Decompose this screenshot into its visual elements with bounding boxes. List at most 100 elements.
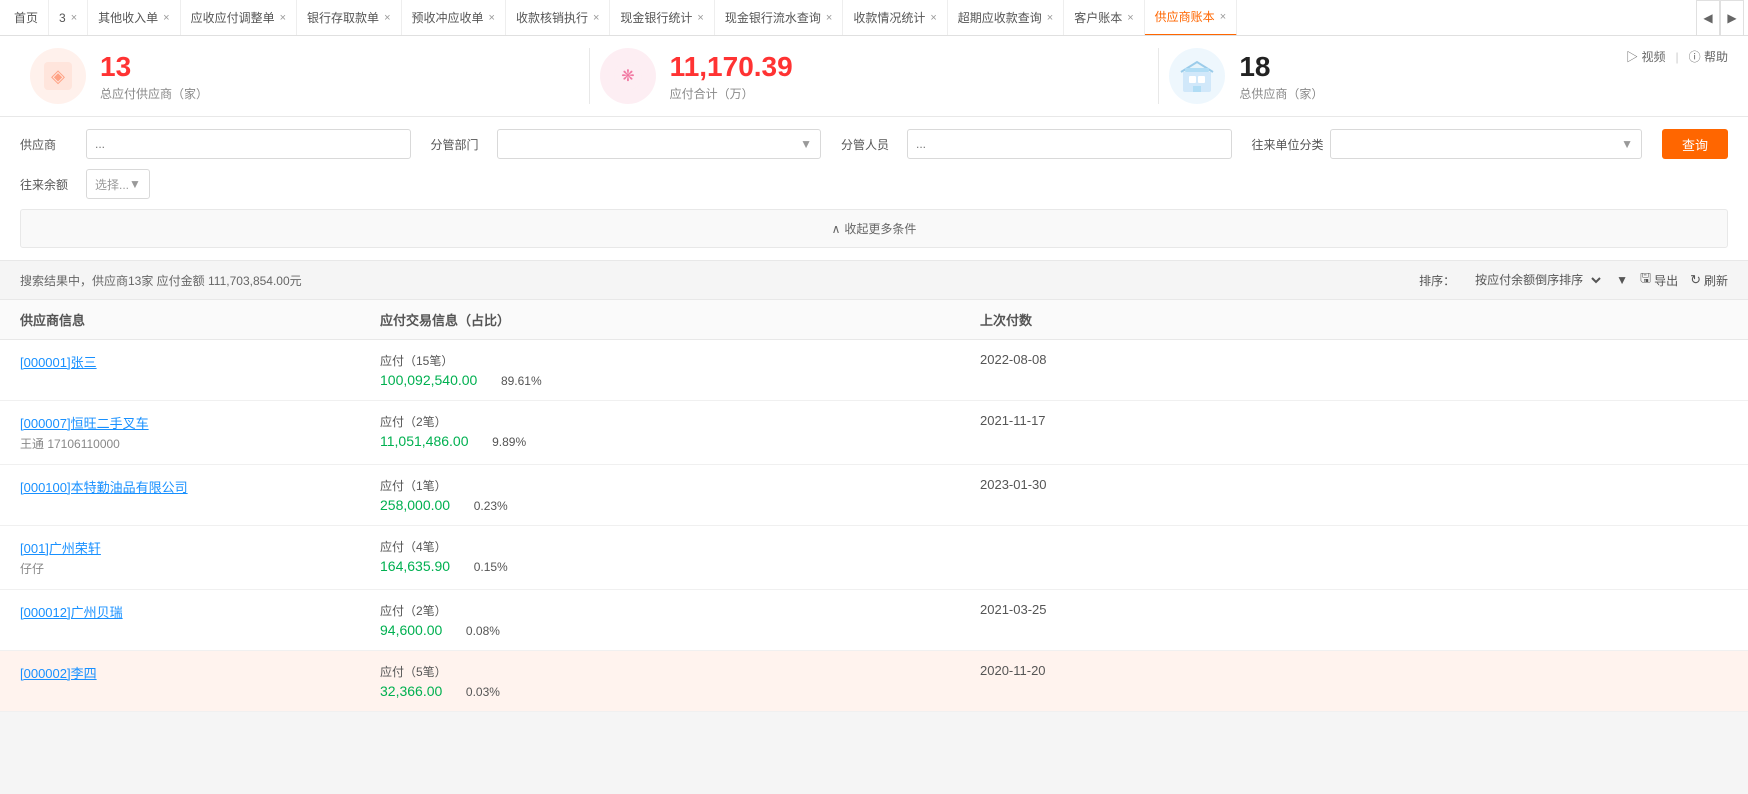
amount-link-2[interactable]: 11,051,486.00: [380, 433, 469, 449]
transaction-info-3: 应付（1笔） 258,000.00 0.23%: [380, 477, 980, 513]
supplier-info-4: [001]广州荣轩 仔仔: [20, 538, 380, 577]
dept-select[interactable]: ▼: [497, 129, 822, 159]
transaction-info-4: 应付（4笔） 164,635.90 0.15%: [380, 538, 980, 574]
supplier-link-4[interactable]: [001]广州荣轩: [20, 538, 380, 557]
category-filter-label: 往来单位分类: [1252, 136, 1324, 153]
supplier-filter: 供应商: [20, 129, 411, 159]
supplier-icon: ◈: [30, 48, 86, 104]
category-filter: 往来单位分类 ▼: [1252, 129, 1643, 159]
total-supplier-label: 总供应商（家）: [1239, 85, 1323, 102]
dept-filter-label: 分管部门: [431, 136, 491, 153]
nav-tab-supplier-ledger[interactable]: 供应商账本 ×: [1145, 0, 1237, 36]
close-tab-3[interactable]: ×: [71, 12, 77, 24]
nav-tab-cash-stat[interactable]: 现金银行统计 ×: [610, 0, 714, 36]
export-button[interactable]: 🖫 导出: [1640, 269, 1678, 291]
close-tab-receipt-exec[interactable]: ×: [593, 12, 599, 24]
nav-tab-home[interactable]: 首页: [4, 0, 49, 36]
last-pay-6: 2020-11-20: [980, 663, 1728, 678]
nav-tab-receipt-stat[interactable]: 收款情况统计 ×: [843, 0, 947, 36]
sort-label: 排序：: [1419, 272, 1455, 289]
close-tab-supplier-ledger[interactable]: ×: [1220, 11, 1226, 23]
table-row: [001]广州荣轩 仔仔 应付（4笔） 164,635.90 0.15%: [0, 526, 1748, 590]
person-input[interactable]: [907, 129, 1232, 159]
percent-5: 0.08%: [466, 624, 500, 638]
transaction-info-1: 应付（15笔） 100,092,540.00 89.61%: [380, 352, 980, 388]
nav-tab-3[interactable]: 3 ×: [49, 0, 88, 36]
close-tab-receipt-stat[interactable]: ×: [930, 12, 936, 24]
store-icon: [1169, 48, 1225, 104]
category-select[interactable]: ▼: [1330, 129, 1642, 159]
supplier-filter-label: 供应商: [20, 136, 80, 153]
video-icon: ▷: [1626, 50, 1638, 64]
transaction-info-6: 应付（5笔） 32,366.00 0.03%: [380, 663, 980, 699]
search-button[interactable]: 查询: [1662, 129, 1728, 159]
video-link[interactable]: ▷ 视频: [1626, 48, 1665, 65]
amount-link-5[interactable]: 94,600.00: [380, 622, 442, 638]
table-header: 供应商信息 应付交易信息（占比） 上次付数: [0, 300, 1748, 340]
summary-card-payable-suppliers: ◈ 13 总应付供应商（家）: [20, 48, 590, 104]
dept-filter: 分管部门 ▼: [431, 129, 822, 159]
nav-arrow-right[interactable]: ▶: [1720, 0, 1744, 36]
close-tab-ar-ap-adjust[interactable]: ×: [280, 12, 286, 24]
payable-supplier-count: 13: [100, 50, 208, 84]
close-tab-bank-deposit[interactable]: ×: [384, 12, 390, 24]
filter-row-2: 往来余额 选择... ▼: [20, 169, 1728, 199]
supplier-link-5[interactable]: [000012]广州贝瑞: [20, 602, 380, 621]
amount-link-4[interactable]: 164,635.90: [380, 558, 450, 574]
close-tab-other-income[interactable]: ×: [163, 12, 169, 24]
supplier-link-6[interactable]: [000002]李四: [20, 663, 380, 682]
last-pay-1: 2022-08-08: [980, 352, 1728, 367]
supplier-sub-4: 仔仔: [20, 560, 380, 577]
trans-label-4: 应付（4笔）: [380, 538, 980, 555]
transaction-info-2: 应付（2笔） 11,051,486.00 9.89%: [380, 413, 980, 449]
last-pay-2: 2021-11-17: [980, 413, 1728, 428]
refresh-button[interactable]: ↻ 刷新: [1690, 272, 1728, 289]
nav-tab-cash-flow[interactable]: 现金银行流水查询 ×: [715, 0, 843, 36]
sort-select[interactable]: 按应付余额倒序排序: [1467, 272, 1604, 288]
percent-3: 0.23%: [474, 499, 508, 513]
nav-tab-overdue[interactable]: 超期应收款查询 ×: [948, 0, 1064, 36]
refresh-icon: ↻: [1690, 272, 1701, 288]
summary-info-amount: 11,170.39 应付合计（万）: [670, 50, 793, 103]
close-tab-overdue[interactable]: ×: [1047, 12, 1053, 24]
amount-link-3[interactable]: 258,000.00: [380, 497, 450, 513]
top-navigation: 首页 3 × 其他收入单 × 应收应付调整单 × 银行存取款单 × 预收冲应收单…: [0, 0, 1748, 36]
balance-select[interactable]: 选择... ▼: [86, 169, 150, 199]
nav-arrow-left[interactable]: ◀: [1696, 0, 1720, 36]
nav-tab-receipt-exec[interactable]: 收款核销执行 ×: [506, 0, 610, 36]
supplier-link-2[interactable]: [000007]恒旺二手叉车: [20, 413, 380, 432]
result-info: 搜索结果中，供应商13家 应付金额 111,703,854.00元: [20, 272, 302, 289]
person-filter: 分管人员: [841, 129, 1232, 159]
close-tab-cash-flow[interactable]: ×: [826, 12, 832, 24]
nav-tab-bank-deposit[interactable]: 银行存取款单 ×: [297, 0, 401, 36]
nav-tab-ar-ap-adjust[interactable]: 应收应付调整单 ×: [181, 0, 297, 36]
close-tab-cash-stat[interactable]: ×: [697, 12, 703, 24]
supplier-input[interactable]: [86, 129, 411, 159]
help-link[interactable]: ⓘ 帮助: [1689, 48, 1728, 65]
top-right-links: ▷ 视频 | ⓘ 帮助: [1626, 48, 1728, 65]
filter-row-1: 供应商 分管部门 ▼ 分管人员 往来单位分类 ▼: [20, 129, 1728, 159]
nav-tab-other-income[interactable]: 其他收入单 ×: [88, 0, 180, 36]
nav-tab-prepay[interactable]: 预收冲应收单 ×: [402, 0, 506, 36]
close-tab-prepay[interactable]: ×: [489, 12, 495, 24]
amount-link-6[interactable]: 32,366.00: [380, 683, 442, 699]
table-row: [000001]张三 应付（15笔） 100,092,540.00 89.61%…: [0, 340, 1748, 401]
header-transaction: 应付交易信息（占比）: [380, 310, 980, 329]
supplier-info-5: [000012]广州贝瑞: [20, 602, 380, 624]
close-tab-customer-ledger[interactable]: ×: [1127, 12, 1133, 24]
amount-link-1[interactable]: 100,092,540.00: [380, 372, 477, 388]
transaction-info-5: 应付（2笔） 94,600.00 0.08%: [380, 602, 980, 638]
result-actions: 排序： 按应付余额倒序排序 ▼ 🖫 导出 ↻ 刷新: [1419, 269, 1728, 291]
supplier-link-3[interactable]: [000100]本特勤油品有限公司: [20, 477, 380, 496]
sort-dropdown-icon: ▼: [1616, 273, 1628, 287]
supplier-link-1[interactable]: [000001]张三: [20, 352, 380, 371]
balance-filter: 往来余额 选择... ▼: [20, 169, 150, 199]
trans-label-5: 应付（2笔）: [380, 602, 980, 619]
collapse-button[interactable]: ∧ 收起更多条件: [21, 216, 1727, 241]
person-filter-label: 分管人员: [841, 136, 901, 153]
nav-tab-customer-ledger[interactable]: 客户账本 ×: [1064, 0, 1144, 36]
payable-amount-label: 应付合计（万）: [670, 85, 793, 102]
svg-text:❋: ❋: [621, 68, 634, 85]
header-last-pay: 上次付数: [980, 310, 1728, 329]
category-dropdown-icon: ▼: [1621, 137, 1633, 151]
